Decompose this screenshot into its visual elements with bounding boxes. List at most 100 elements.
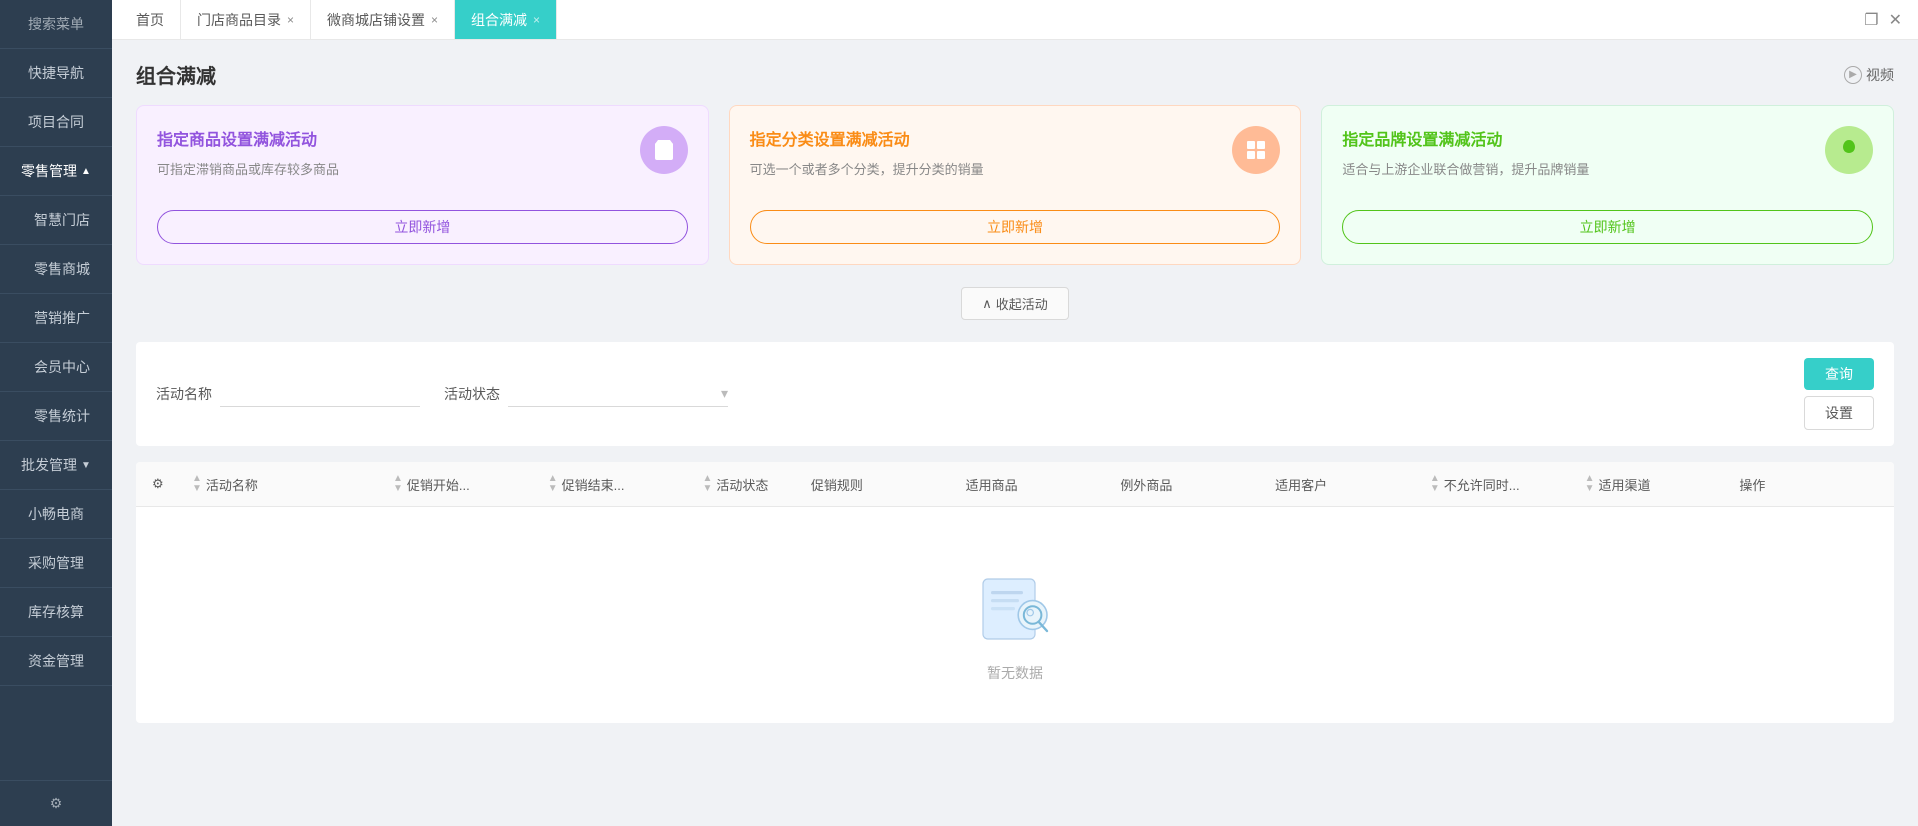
sidebar-item-wholesale-manage[interactable]: 批发管理 ▼ xyxy=(0,441,112,490)
query-button[interactable]: 查询 xyxy=(1804,358,1874,390)
page-header: 组合满减 ▶ 视频 xyxy=(136,60,1894,89)
collapse-button[interactable]: ∧ 收起活动 xyxy=(961,287,1069,320)
tab-wechat-store-close[interactable]: × xyxy=(431,13,438,27)
sidebar-item-retail-stats[interactable]: 零售统计 xyxy=(0,392,112,441)
sidebar-item-quick-nav[interactable]: 快捷导航 xyxy=(0,49,112,98)
filter-activity-status-label: 活动状态 xyxy=(444,384,500,404)
filter-activity-name: 活动名称 xyxy=(156,382,420,407)
empty-state: 暂无数据 xyxy=(136,507,1894,723)
promo-card-brand-btn[interactable]: 立即新增 xyxy=(1342,210,1873,244)
sidebar-item-member-center[interactable]: 会员中心 xyxy=(0,343,112,392)
filter-activity-name-label: 活动名称 xyxy=(156,384,212,404)
filter-actions: 查询 设置 xyxy=(1804,358,1874,430)
tab-store-catalog-close[interactable]: × xyxy=(287,13,294,27)
sidebar-item-finance[interactable]: 资金管理 xyxy=(0,637,112,686)
tab-store-catalog[interactable]: 门店商品目录 × xyxy=(181,0,311,39)
sidebar-item-marketing[interactable]: 营销推广 xyxy=(0,294,112,343)
chevron-down-icon: ▾ xyxy=(721,385,728,402)
promo-card-brand-desc: 适合与上游企业联合做营销，提升品牌销量 xyxy=(1342,160,1873,180)
th-start-label: 促销开始... xyxy=(407,475,470,494)
sidebar-item-label: 小畅电商 xyxy=(28,504,84,524)
sort-icon: ▲▼ xyxy=(1585,474,1595,494)
sidebar-item-purchase-manage[interactable]: 采购管理 xyxy=(0,539,112,588)
sidebar-item-label: 资金管理 xyxy=(28,651,84,671)
promo-card-category-desc: 可选一个或者多个分类，提升分类的销量 xyxy=(750,160,1281,180)
promo-card-brand: 指定品牌设置满减活动 适合与上游企业联合做营销，提升品牌销量 立即新增 xyxy=(1321,105,1894,265)
collapse-icon: ∧ xyxy=(982,296,992,312)
th-conflict-label: 不允许同时... xyxy=(1444,475,1520,494)
sort-icon: ▲▼ xyxy=(393,474,403,494)
th-name-label: 活动名称 xyxy=(206,475,258,494)
sort-icon: ▲▼ xyxy=(548,474,558,494)
sidebar-item-label: 零售商城 xyxy=(34,259,90,279)
th-channel[interactable]: ▲▼ 适用渠道 xyxy=(1577,462,1732,506)
th-gear[interactable]: ⚙ xyxy=(144,464,184,504)
sidebar-item-label: 批发管理 xyxy=(21,455,77,475)
th-customer-label: 适用客户 xyxy=(1275,475,1327,494)
sidebar-item-label: 快捷导航 xyxy=(28,63,84,83)
promo-card-category-btn[interactable]: 立即新增 xyxy=(750,210,1281,244)
th-status-label: 活动状态 xyxy=(716,475,768,494)
video-label: 视频 xyxy=(1866,65,1894,85)
th-except: 例外商品 xyxy=(1112,463,1267,506)
window-controls: ❐ ✕ xyxy=(1856,10,1910,30)
sidebar-item-smart-store[interactable]: 智慧门店 xyxy=(0,196,112,245)
chevron-up-icon: ▲ xyxy=(81,166,91,177)
sidebar-item-retail-manage[interactable]: 零售管理 ▲ xyxy=(0,147,112,196)
sidebar-item-label: 采购管理 xyxy=(28,553,84,573)
th-end[interactable]: ▲▼ 促销结束... xyxy=(540,462,695,506)
promo-card-category: 指定分类设置满减活动 可选一个或者多个分类，提升分类的销量 立即新增 xyxy=(729,105,1302,265)
th-name[interactable]: ▲▼ 活动名称 xyxy=(184,462,385,506)
th-ops: 操作 xyxy=(1731,463,1886,506)
sidebar: 搜索菜单 快捷导航 项目合同 零售管理 ▲ 智慧门店 零售商城 营销推广 会员中… xyxy=(0,0,112,826)
main-area: 首页 门店商品目录 × 微商城店铺设置 × 组合满减 × ❐ ✕ 组合满减 ▶ … xyxy=(112,0,1918,826)
activity-name-input[interactable] xyxy=(220,382,420,407)
tab-wechat-store-label: 微商城店铺设置 xyxy=(327,10,425,30)
promo-cards: 指定商品设置满减活动 可指定滞销商品或库存较多商品 立即新增 指定分类设置满减活… xyxy=(136,105,1894,265)
th-conflict[interactable]: ▲▼ 不允许同时... xyxy=(1422,462,1577,506)
promo-card-goods-title: 指定商品设置满减活动 xyxy=(157,126,688,150)
empty-icon xyxy=(965,567,1065,647)
settings-button[interactable]: 设置 xyxy=(1804,396,1874,430)
table-wrapper: ⚙ ▲▼ 活动名称 ▲▼ 促销开始... ▲▼ 促销结束... ▲▼ 活动状态 xyxy=(136,462,1894,723)
tab-home-label: 首页 xyxy=(136,10,164,30)
sidebar-search[interactable]: 搜索菜单 xyxy=(0,0,112,49)
collapse-label: 收起活动 xyxy=(996,294,1048,313)
th-start[interactable]: ▲▼ 促销开始... xyxy=(385,462,540,506)
th-status[interactable]: ▲▼ 活动状态 xyxy=(694,462,802,506)
th-except-label: 例外商品 xyxy=(1120,475,1172,494)
sort-icon: ▲▼ xyxy=(702,474,712,494)
promo-card-brand-title: 指定品牌设置满减活动 xyxy=(1342,126,1873,150)
promo-card-goods-desc: 可指定滞销商品或库存较多商品 xyxy=(157,160,688,180)
sort-icon: ▲▼ xyxy=(192,474,202,494)
sidebar-item-retail-mall[interactable]: 零售商城 xyxy=(0,245,112,294)
collapse-bar: ∧ 收起活动 xyxy=(136,281,1894,326)
gear-icon: ⚙ xyxy=(50,795,63,811)
th-ops-label: 操作 xyxy=(1739,475,1765,494)
page-title: 组合满减 xyxy=(136,60,216,89)
tab-bar: 首页 门店商品目录 × 微商城店铺设置 × 组合满减 × ❐ ✕ xyxy=(112,0,1918,40)
tab-home[interactable]: 首页 xyxy=(120,0,181,39)
sidebar-item-label: 零售统计 xyxy=(34,406,90,426)
tab-wechat-store[interactable]: 微商城店铺设置 × xyxy=(311,0,455,39)
video-link[interactable]: ▶ 视频 xyxy=(1844,65,1894,85)
th-goods: 适用商品 xyxy=(958,463,1113,506)
promo-card-goods-btn[interactable]: 立即新增 xyxy=(157,210,688,244)
sidebar-item-project-contract[interactable]: 项目合同 xyxy=(0,98,112,147)
close-window-button[interactable]: ✕ xyxy=(1889,10,1902,30)
activity-status-select[interactable]: ▾ xyxy=(508,381,728,407)
play-icon: ▶ xyxy=(1844,66,1862,84)
sidebar-item-xiaochangec[interactable]: 小畅电商 xyxy=(0,490,112,539)
sidebar-item-label: 项目合同 xyxy=(28,112,84,132)
filter-bar: 活动名称 活动状态 ▾ 查询 设置 xyxy=(136,342,1894,446)
filter-activity-status: 活动状态 ▾ xyxy=(444,381,728,407)
sidebar-settings[interactable]: ⚙ xyxy=(0,780,112,826)
empty-text: 暂无数据 xyxy=(987,663,1043,683)
promo-card-goods: 指定商品设置满减活动 可指定滞销商品或库存较多商品 立即新增 xyxy=(136,105,709,265)
th-channel-label: 适用渠道 xyxy=(1599,475,1651,494)
restore-window-button[interactable]: ❐ xyxy=(1864,10,1878,30)
tab-combo-discount-close[interactable]: × xyxy=(533,13,540,27)
sidebar-item-label: 营销推广 xyxy=(34,308,90,328)
sidebar-item-inventory[interactable]: 库存核算 xyxy=(0,588,112,637)
tab-combo-discount[interactable]: 组合满减 × xyxy=(455,0,557,39)
